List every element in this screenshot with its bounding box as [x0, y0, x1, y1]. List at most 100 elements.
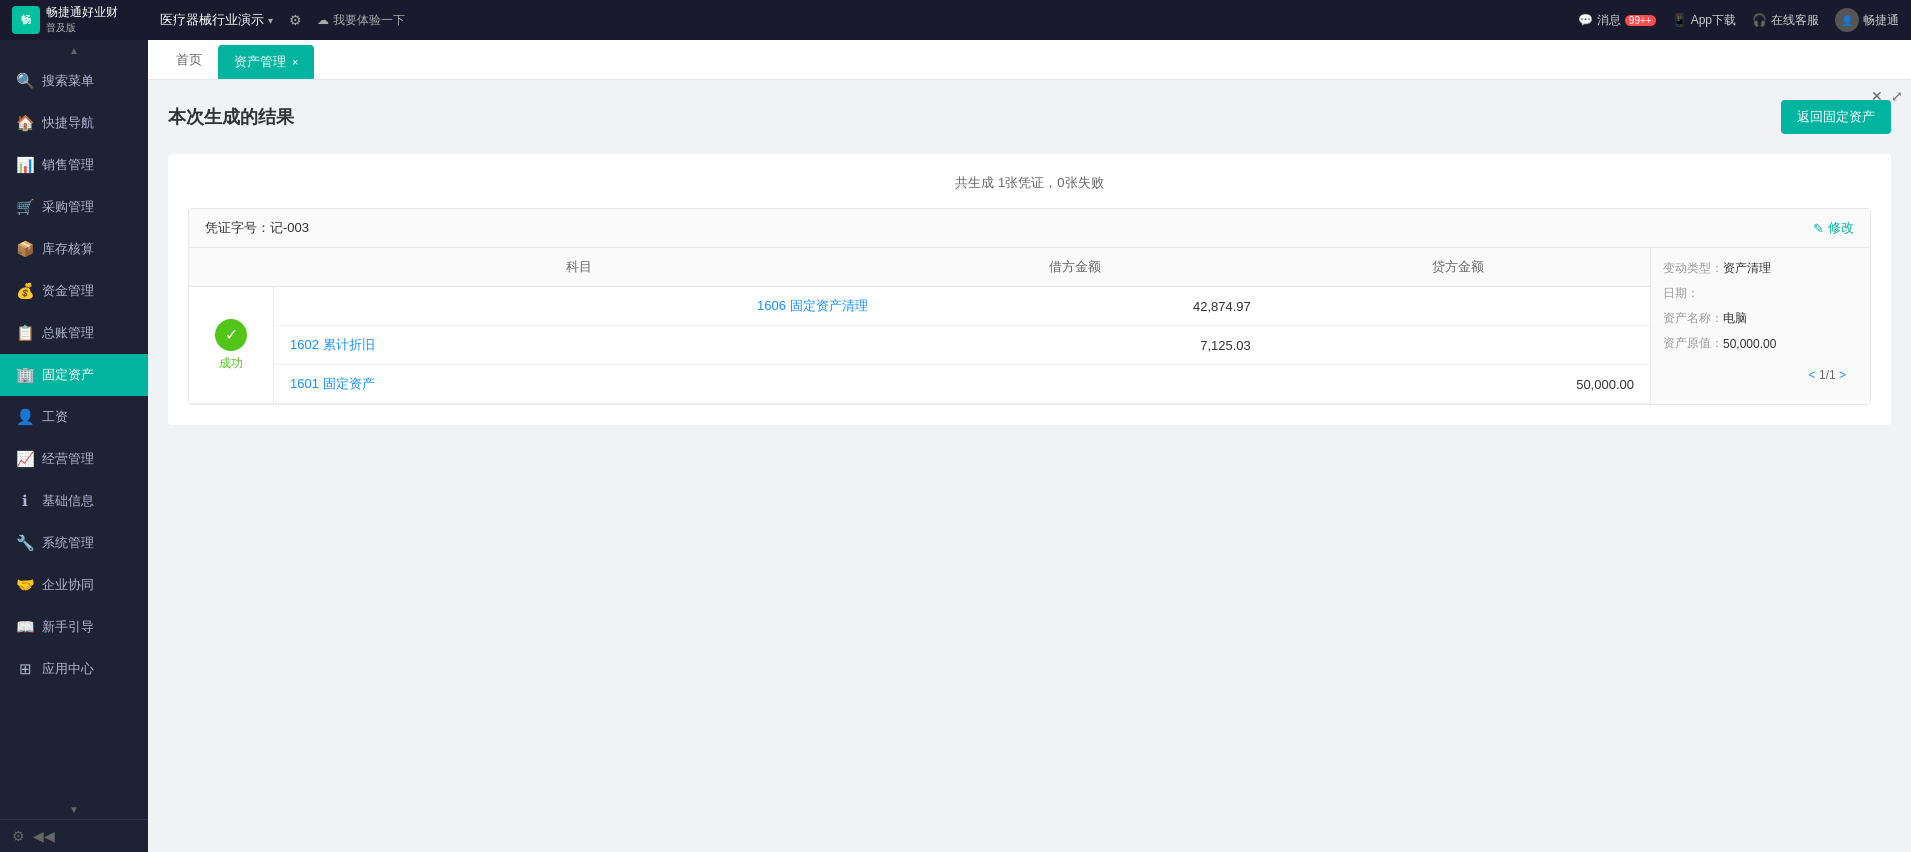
- sidebar-item-operations[interactable]: 📈 经营管理: [0, 438, 148, 480]
- sidebar-item-label: 工资: [42, 408, 68, 426]
- app-download-action[interactable]: 📱 App下载: [1672, 12, 1736, 29]
- sidebar-item-label: 基础信息: [42, 492, 94, 510]
- col-subject: 科目: [274, 248, 884, 287]
- edit-label: 修改: [1828, 219, 1854, 237]
- home-icon: 🏠: [16, 114, 34, 132]
- sidebar-item-search[interactable]: 🔍 搜索菜单: [0, 60, 148, 102]
- app-download-label: App下载: [1691, 12, 1736, 29]
- box-icon: 📦: [16, 240, 34, 258]
- chevron-down-icon: ▾: [268, 15, 273, 26]
- tab-asset-management[interactable]: 资产管理 ×: [218, 45, 314, 79]
- sidebar-item-payroll[interactable]: 👤 工资: [0, 396, 148, 438]
- row1-debit: 42,874.97: [884, 287, 1267, 326]
- right-info-panel: 变动类型： 资产清理 日期： 资产名称： 电脑: [1650, 248, 1870, 404]
- asset-value-value: 50,000.00: [1723, 337, 1776, 351]
- modal-controls: ✕ ⤢: [1871, 88, 1903, 104]
- change-type-label: 变动类型：: [1663, 260, 1723, 277]
- sidebar-item-ledger[interactable]: 📋 总账管理: [0, 312, 148, 354]
- footer-settings-icon[interactable]: ⚙: [12, 828, 25, 844]
- experience-btn[interactable]: ☁ 我要体验一下: [317, 12, 405, 29]
- sidebar-item-label: 企业协同: [42, 576, 94, 594]
- sidebar-item-fixed-assets[interactable]: 🏢 固定资产: [0, 354, 148, 396]
- tabs-bar: 首页 资产管理 ×: [148, 40, 1911, 80]
- sidebar-item-label: 库存核算: [42, 240, 94, 258]
- sidebar-item-enterprise[interactable]: 🤝 企业协同: [0, 564, 148, 606]
- sidebar-item-funds[interactable]: 💰 资金管理: [0, 270, 148, 312]
- date-label: 日期：: [1663, 285, 1723, 302]
- row1-subject[interactable]: 1606 固定资产清理: [274, 287, 884, 326]
- ledger-icon: 📋: [16, 324, 34, 342]
- logo-text: 畅捷通好业财: [46, 5, 118, 21]
- sidebar-item-label: 快捷导航: [42, 114, 94, 132]
- avatar: 👤: [1835, 8, 1859, 32]
- success-text: 成功: [219, 355, 243, 372]
- sidebar-item-label: 总账管理: [42, 324, 94, 342]
- building-icon: 🏢: [16, 366, 34, 384]
- table-header-row: 科目 借方金额 贷方金额: [189, 248, 1650, 287]
- sidebar-item-sales[interactable]: 📊 销售管理: [0, 144, 148, 186]
- next-page-btn[interactable]: >: [1839, 368, 1846, 382]
- logo-area: 畅 畅捷通好业财 普及版: [12, 5, 160, 35]
- close-modal-icon[interactable]: ✕: [1871, 88, 1883, 104]
- sidebar-item-system[interactable]: 🔧 系统管理: [0, 522, 148, 564]
- voucher-table: 科目 借方金额 贷方金额 ✓: [189, 248, 1650, 404]
- company-name: 医疗器械行业演示: [160, 11, 264, 29]
- sidebar-item-inventory[interactable]: 📦 库存核算: [0, 228, 148, 270]
- asset-name-value: 电脑: [1723, 310, 1747, 327]
- experience-label: 我要体验一下: [333, 12, 405, 29]
- table-row: ✓ 成功 1606 固定资产清理 42,874.97: [189, 287, 1650, 326]
- edit-button[interactable]: ✎ 修改: [1813, 219, 1854, 237]
- search-icon: 🔍: [16, 72, 34, 90]
- messages-action[interactable]: 💬 消息 99++: [1578, 12, 1656, 29]
- col-credit: 贷方金额: [1267, 248, 1650, 287]
- system-icon: 🔧: [16, 534, 34, 552]
- tab-home[interactable]: 首页: [164, 43, 214, 79]
- username: 畅捷通: [1863, 12, 1899, 29]
- tab-home-label: 首页: [176, 52, 202, 67]
- sidebar-item-label: 搜索菜单: [42, 72, 94, 90]
- sidebar-item-basic-info[interactable]: ℹ 基础信息: [0, 480, 148, 522]
- page-header: 本次生成的结果 返回固定资产: [168, 100, 1891, 134]
- settings-icon-btn[interactable]: ⚙: [281, 6, 309, 34]
- header-center: 医疗器械行业演示 ▾ ⚙ ☁ 我要体验一下: [160, 6, 1578, 34]
- prev-page-btn[interactable]: <: [1809, 368, 1816, 382]
- money-icon: 💰: [16, 282, 34, 300]
- sidebar-scroll-up[interactable]: ▲: [0, 40, 148, 60]
- voucher-section: 凭证字号：记-003 ✎ 修改: [188, 208, 1871, 405]
- sidebar-item-guide[interactable]: 📖 新手引导: [0, 606, 148, 648]
- return-fixed-assets-button[interactable]: 返回固定资产: [1781, 100, 1891, 134]
- asset-value-row: 资产原值： 50,000.00: [1663, 335, 1858, 352]
- book-icon: 📖: [16, 618, 34, 636]
- success-indicator: ✓ 成功: [205, 309, 257, 382]
- content-area: 首页 资产管理 × ✕ ⤢ 本次生成的结果 返回固定资产 共生成 1张凭证，0张…: [148, 40, 1911, 852]
- messages-label: 消息: [1597, 12, 1621, 29]
- row2-subject[interactable]: 1602 累计折旧: [274, 326, 884, 365]
- sidebar-footer: ⚙ ◀◀: [0, 819, 148, 852]
- tab-close-icon[interactable]: ×: [292, 56, 298, 68]
- footer-collapse-icon[interactable]: ◀◀: [33, 828, 55, 844]
- sidebar-item-label: 销售管理: [42, 156, 94, 174]
- company-selector[interactable]: 医疗器械行业演示 ▾: [160, 11, 273, 29]
- expand-modal-icon[interactable]: ⤢: [1891, 88, 1903, 104]
- page-info: 1/1: [1819, 368, 1839, 382]
- voucher-table-wrapper: 科目 借方金额 贷方金额 ✓: [189, 248, 1650, 404]
- table-right-layout: 科目 借方金额 贷方金额 ✓: [189, 248, 1870, 404]
- sidebar-item-label: 经营管理: [42, 450, 94, 468]
- sidebar-item-label: 采购管理: [42, 198, 94, 216]
- sidebar-item-quick-nav[interactable]: 🏠 快捷导航: [0, 102, 148, 144]
- user-area[interactable]: 👤 畅捷通: [1835, 8, 1899, 32]
- row2-debit: 7,125.03: [884, 326, 1267, 365]
- online-service-action[interactable]: 🎧 在线客服: [1752, 12, 1819, 29]
- sidebar-nav: 🔍 搜索菜单 🏠 快捷导航 📊 销售管理 🛒 采购管理 📦 库存核算 💰: [0, 60, 148, 799]
- person-icon: 👤: [16, 408, 34, 426]
- success-icon: ✓: [215, 319, 247, 351]
- sidebar-scroll-down[interactable]: ▼: [0, 799, 148, 819]
- logo-icon: 畅: [12, 6, 40, 34]
- online-service-label: 在线客服: [1771, 12, 1819, 29]
- asset-name-row: 资产名称： 电脑: [1663, 310, 1858, 327]
- headset-icon: 🎧: [1752, 13, 1767, 27]
- sidebar-item-purchase[interactable]: 🛒 采购管理: [0, 186, 148, 228]
- sidebar-item-app-center[interactable]: ⊞ 应用中心: [0, 648, 148, 690]
- message-icon: 💬: [1578, 13, 1593, 27]
- row3-subject[interactable]: 1601 固定资产: [274, 365, 884, 404]
